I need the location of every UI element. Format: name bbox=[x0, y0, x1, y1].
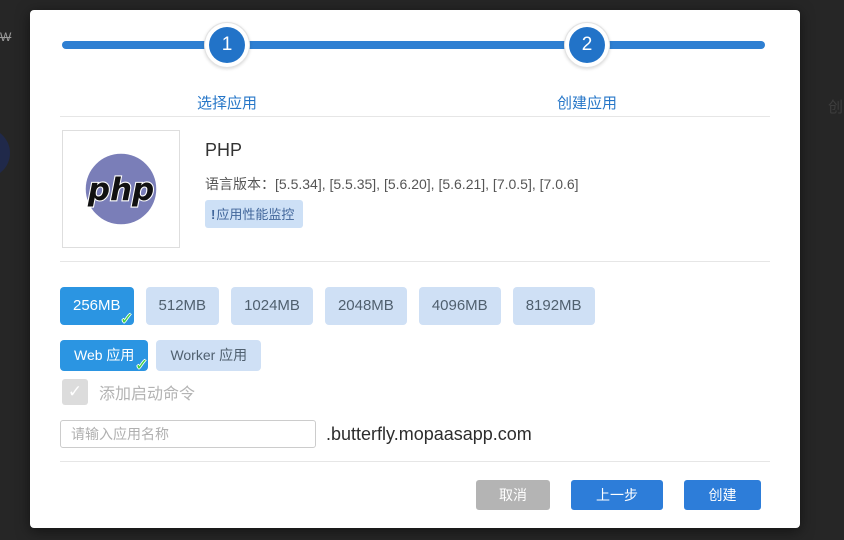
php-logo-text: php bbox=[87, 172, 154, 208]
type-option-worker[interactable]: Worker 应用 bbox=[156, 340, 262, 371]
background-avatar-fragment bbox=[0, 128, 10, 178]
performance-monitor-badge-label: 应用性能监控 bbox=[216, 207, 295, 222]
domain-suffix: .butterfly.mopaasapp.com bbox=[326, 423, 532, 444]
performance-monitor-badge: !应用性能监控 bbox=[205, 200, 304, 228]
memory-option-label: 2048MB bbox=[337, 297, 394, 314]
check-icon: ✓ bbox=[135, 357, 149, 374]
stepper-progress-bar bbox=[62, 41, 765, 49]
memory-option-label: 512MB bbox=[158, 297, 207, 314]
php-app-card: php bbox=[62, 130, 180, 248]
previous-step-button[interactable]: 上一步 bbox=[571, 480, 663, 510]
divider bbox=[60, 261, 770, 262]
stepper-step-1[interactable]: 1 bbox=[204, 22, 250, 68]
memory-options-row: 256MB ✓ 512MB 1024MB 2048MB 4096MB 8192M… bbox=[60, 287, 595, 328]
startup-command-label: 添加启动命令 bbox=[99, 386, 196, 403]
type-option-web[interactable]: Web 应用 ✓ bbox=[60, 340, 149, 374]
stepper-step-2-number: 2 bbox=[569, 27, 605, 63]
php-logo-icon: php bbox=[85, 153, 157, 225]
app-name-input[interactable] bbox=[60, 420, 316, 448]
app-versions: 语言版本：[5.5.34], [5.5.35], [5.6.20], [5.6.… bbox=[205, 174, 579, 194]
app-versions-label: 语言版本： bbox=[205, 176, 275, 192]
app-name-row: .butterfly.mopaasapp.com bbox=[60, 420, 532, 448]
divider bbox=[60, 461, 770, 462]
cancel-button[interactable]: 取消 bbox=[476, 480, 550, 510]
stepper-step-2-label: 创建应用 bbox=[556, 95, 617, 112]
memory-option-2048mb[interactable]: 2048MB bbox=[324, 287, 407, 325]
create-app-modal: 1 2 选择应用 创建应用 php PHP 语言版本：[5.5.34], [5.… bbox=[30, 10, 800, 528]
stepper-step-1-label: 选择应用 bbox=[196, 95, 257, 112]
check-icon: ✓ bbox=[67, 382, 83, 401]
memory-option-8192mb[interactable]: 8192MB bbox=[512, 287, 595, 325]
stepper-step-2[interactable]: 2 bbox=[564, 22, 610, 68]
memory-option-4096mb[interactable]: 4096MB bbox=[418, 287, 501, 325]
memory-option-1024mb[interactable]: 1024MB bbox=[231, 287, 313, 325]
memory-option-label: 1024MB bbox=[244, 297, 300, 314]
type-option-label: Web 应用 bbox=[74, 347, 135, 363]
stepper-step-1-number: 1 bbox=[209, 27, 245, 63]
footer-buttons: 取消 上一步 创建 bbox=[476, 480, 761, 510]
app-title: PHP bbox=[205, 140, 243, 160]
memory-option-512mb[interactable]: 512MB bbox=[145, 287, 220, 325]
app-type-options-row: Web 应用 ✓ Worker 应用 bbox=[60, 340, 262, 374]
memory-option-256mb[interactable]: 256MB ✓ bbox=[60, 287, 134, 328]
create-button[interactable]: 创建 bbox=[684, 480, 761, 510]
exclamation-icon: ! bbox=[211, 207, 216, 222]
background-glyph-fragment: 创 bbox=[828, 99, 844, 116]
check-icon: ✓ bbox=[120, 311, 134, 328]
memory-option-label: 8192MB bbox=[525, 297, 582, 314]
divider bbox=[60, 116, 770, 117]
memory-option-label: 256MB bbox=[73, 297, 121, 314]
memory-option-label: 4096MB bbox=[431, 297, 488, 314]
background-text-fragment: W bbox=[0, 30, 12, 44]
startup-command-row: ✓ 添加启动命令 bbox=[62, 379, 195, 405]
type-option-label: Worker 应用 bbox=[170, 347, 248, 363]
startup-command-checkbox[interactable]: ✓ bbox=[62, 379, 88, 405]
app-versions-list: [5.5.34], [5.5.35], [5.6.20], [5.6.21], … bbox=[275, 176, 579, 192]
